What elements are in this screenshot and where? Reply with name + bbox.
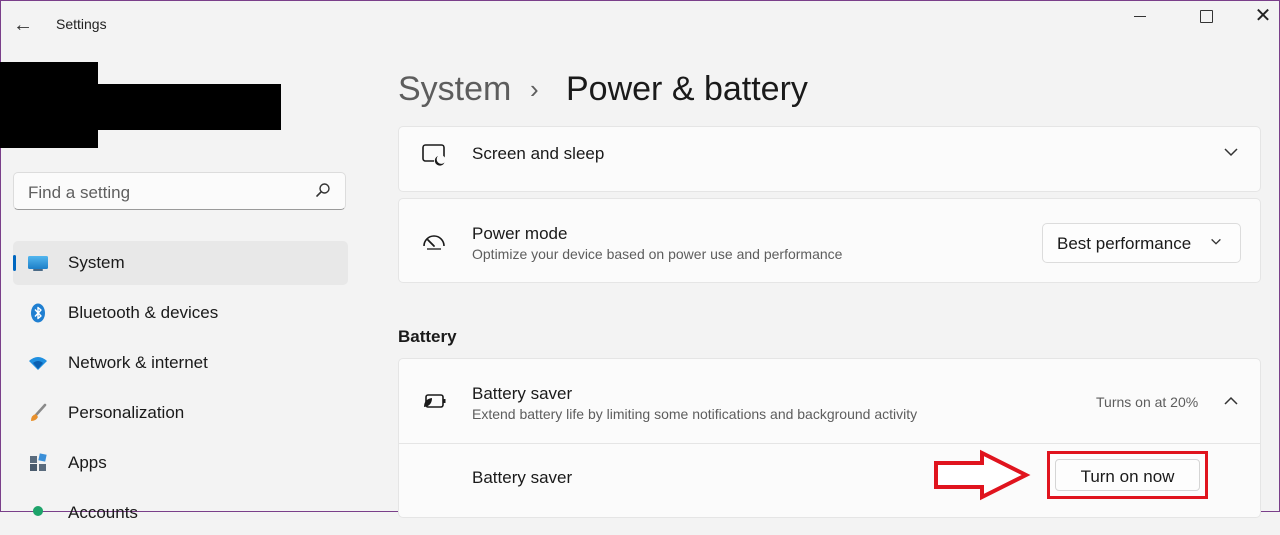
chevron-up-icon[interactable] bbox=[1223, 393, 1239, 409]
battery-saver-status: Turns on at 20% bbox=[1096, 394, 1199, 410]
battery-saver-row-label: Battery saver bbox=[472, 468, 573, 487]
back-arrow-icon[interactable]: ← bbox=[10, 12, 36, 38]
apps-icon bbox=[30, 453, 47, 471]
chevron-down-icon[interactable] bbox=[1223, 144, 1239, 160]
breadcrumb-system[interactable]: System bbox=[398, 70, 511, 109]
divider bbox=[399, 443, 1260, 444]
page-title: Power & battery bbox=[566, 70, 808, 108]
sidebar-item-network[interactable]: Network & internet bbox=[13, 341, 348, 385]
chevron-down-icon bbox=[1211, 238, 1221, 245]
power-mode-dropdown[interactable]: Best performance bbox=[1042, 223, 1241, 263]
sidebar-item-label: Apps bbox=[68, 453, 107, 472]
sidebar-item-label: Accounts bbox=[68, 503, 138, 522]
system-display-icon bbox=[28, 256, 48, 271]
battery-saver-header[interactable]: Battery saver Extend battery life by lim… bbox=[399, 359, 1260, 443]
power-mode-title: Power mode bbox=[472, 224, 568, 243]
turn-on-now-button[interactable]: Turn on now bbox=[1055, 459, 1200, 491]
turn-on-now-label: Turn on now bbox=[1080, 467, 1175, 486]
maximize-icon bbox=[1199, 9, 1213, 23]
power-mode-description: Optimize your device based on power use … bbox=[472, 246, 843, 262]
sidebar-item-label: Personalization bbox=[68, 403, 185, 422]
battery-saver-title: Battery saver bbox=[472, 384, 573, 403]
search-icon bbox=[316, 183, 330, 197]
title-bar: ← Settings ✕ bbox=[0, 0, 1280, 48]
accounts-icon bbox=[33, 506, 43, 516]
sidebar-item-personalization[interactable]: Personalization bbox=[13, 391, 348, 435]
power-mode-card: Power mode Optimize your device based on… bbox=[398, 198, 1261, 283]
search-placeholder: Find a setting bbox=[28, 183, 131, 202]
sidebar-item-system[interactable]: System bbox=[13, 241, 348, 285]
selection-indicator bbox=[13, 255, 16, 271]
annotation-arrow-icon bbox=[934, 449, 1031, 501]
battery-saver-description: Extend battery life by limiting some not… bbox=[472, 406, 918, 422]
sidebar-item-label: Bluetooth & devices bbox=[68, 303, 219, 322]
redacted-account-block bbox=[0, 62, 98, 148]
screen-sleep-title: Screen and sleep bbox=[472, 144, 605, 163]
brush-icon bbox=[31, 403, 47, 421]
sidebar-item-label: Network & internet bbox=[68, 353, 208, 372]
sidebar-item-accounts[interactable]: Accounts bbox=[13, 491, 348, 535]
power-mode-value: Best performance bbox=[1057, 234, 1192, 253]
sidebar-item-label: System bbox=[68, 253, 125, 272]
minimize-button[interactable] bbox=[1117, 0, 1163, 32]
close-button[interactable]: ✕ bbox=[1240, 0, 1280, 32]
wifi-icon bbox=[29, 357, 47, 370]
breadcrumb-separator: › bbox=[530, 74, 539, 104]
close-icon: ✕ bbox=[1254, 5, 1272, 27]
battery-section-label: Battery bbox=[398, 327, 457, 346]
bluetooth-icon bbox=[31, 303, 45, 323]
screen-sleep-icon bbox=[422, 144, 446, 167]
sidebar-item-apps[interactable]: Apps bbox=[13, 441, 348, 485]
search-input[interactable]: Find a setting bbox=[13, 172, 346, 210]
maximize-button[interactable] bbox=[1183, 0, 1229, 32]
battery-saver-icon bbox=[424, 394, 446, 408]
minimize-icon bbox=[1134, 15, 1146, 17]
power-mode-gauge-icon bbox=[423, 235, 445, 250]
sidebar-item-bluetooth[interactable]: Bluetooth & devices bbox=[13, 291, 348, 335]
screen-and-sleep-card[interactable]: Screen and sleep bbox=[398, 126, 1261, 192]
app-title: Settings bbox=[56, 16, 107, 32]
redacted-account-name bbox=[98, 84, 281, 130]
highlight-box: Turn on now bbox=[1047, 451, 1208, 499]
